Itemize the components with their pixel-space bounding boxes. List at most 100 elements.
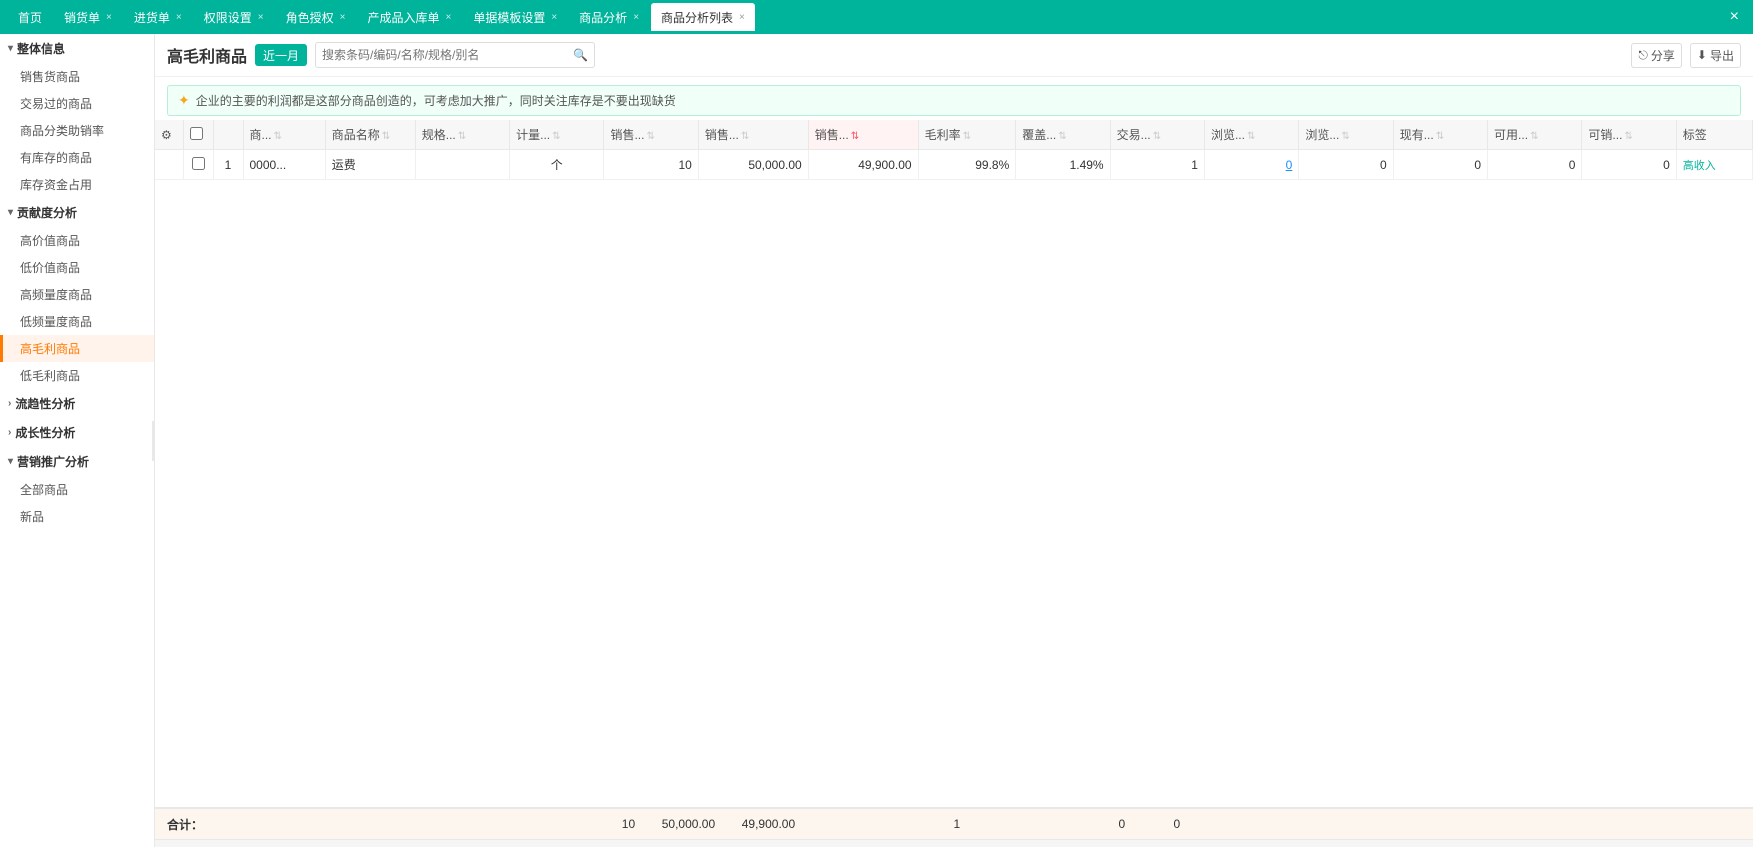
- sidebar-item-high-freq[interactable]: 高频量度商品: [0, 281, 154, 308]
- sidebar-item-hot-goods[interactable]: 销售货商品: [0, 63, 154, 90]
- row-spec: [415, 150, 509, 180]
- sidebar-section-marketing-analysis[interactable]: ▾营销推广分析: [0, 447, 154, 476]
- row-checkbox[interactable]: [183, 150, 213, 180]
- sidebar: « ▾整体信息销售货商品交易过的商品商品分类助销率有库存的商品库存资金占用▾贡献…: [0, 34, 155, 847]
- row-trade: 1: [1110, 150, 1204, 180]
- nav-tab-roles[interactable]: 角色授权×: [276, 3, 356, 31]
- spec-col-header: 规格...⇅: [415, 120, 509, 150]
- sidebar-section-overall[interactable]: ▾整体信息: [0, 34, 154, 63]
- close-tab-analysis-icon[interactable]: ×: [633, 12, 639, 23]
- sales-cost-col-header: 销售...⇅: [808, 120, 918, 150]
- sidebar-item-low-freq[interactable]: 低频量度商品: [0, 308, 154, 335]
- row-current: 0: [1393, 150, 1487, 180]
- num-col-header: [213, 120, 243, 150]
- section-arrow-overall: ▾: [8, 43, 13, 54]
- share-icon: ⎋: [1638, 48, 1648, 63]
- row-num: 1: [213, 150, 243, 180]
- nav-tab-permissions[interactable]: 权限设置×: [194, 3, 274, 31]
- row-select-checkbox[interactable]: [192, 157, 205, 170]
- sidebar-item-traded-goods[interactable]: 交易过的商品: [0, 90, 154, 117]
- export-icon: ⬇: [1697, 48, 1707, 62]
- close-tab-templates-icon[interactable]: ×: [551, 12, 557, 23]
- row-browse1[interactable]: 0: [1204, 150, 1298, 180]
- table-container: ⚙ 商...⇅ 商品名称⇅ 规格...⇅ 计量...⇅ 销售...⇅ 销售...…: [155, 120, 1753, 807]
- row-browse2: 0: [1299, 150, 1393, 180]
- export-button[interactable]: ⬇ 导出: [1690, 43, 1741, 68]
- row-coverage: 1.49%: [1016, 150, 1110, 180]
- main-layout: « ▾整体信息销售货商品交易过的商品商品分类助销率有库存的商品库存资金占用▾贡献…: [0, 34, 1753, 847]
- settings-col-header[interactable]: ⚙: [155, 120, 183, 150]
- close-tab-sales-icon[interactable]: ×: [106, 12, 112, 23]
- close-tab-products-icon[interactable]: ×: [445, 12, 451, 23]
- code-col-header: 商...⇅: [243, 120, 325, 150]
- nav-tab-products[interactable]: 产成品入库单×: [357, 3, 461, 31]
- close-tab-permissions-icon[interactable]: ×: [258, 12, 264, 23]
- sidebar-item-inventory-goods[interactable]: 有库存的商品: [0, 144, 154, 171]
- nav-tab-analysis-list[interactable]: 商品分析列表×: [651, 3, 755, 31]
- row-margin-rate: 99.8%: [918, 150, 1016, 180]
- sidebar-collapse-button[interactable]: «: [152, 421, 155, 461]
- bottom-scrollbar: [155, 839, 1753, 847]
- nav-tab-sales[interactable]: 销货单×: [54, 3, 122, 31]
- footer-totals: 合计： 10 50,000.00 49,900.00 1 0 0: [155, 807, 1753, 839]
- sidebar-section-wealth-analysis[interactable]: ▾贡献度分析: [0, 198, 154, 227]
- section-arrow-marketing-analysis: ▾: [8, 456, 13, 467]
- search-box: 🔍: [315, 42, 595, 68]
- share-button[interactable]: ⎋ 分享: [1631, 43, 1682, 68]
- header-actions: ⎋ 分享 ⬇ 导出: [1631, 43, 1741, 68]
- section-arrow-wealth-analysis: ▾: [8, 207, 13, 218]
- top-navigation: 首页销货单×进货单×权限设置×角色授权×产成品入库单×单据模板设置×商品分析×商…: [0, 0, 1753, 34]
- row-sales-cost: 49,900.00: [808, 150, 918, 180]
- sidebar-item-inventory-capital[interactable]: 库存资金占用: [0, 171, 154, 198]
- nav-tab-home[interactable]: 首页: [8, 3, 52, 31]
- unit-col-header: 计量...⇅: [510, 120, 604, 150]
- footer-trade: 1: [911, 817, 966, 831]
- sidebar-section-growth-analysis[interactable]: ›成长性分析: [0, 418, 154, 447]
- saleable-col-header: 可销...⇅: [1582, 120, 1676, 150]
- row-name: 运费: [325, 150, 415, 180]
- footer-values: 10 50,000.00 49,900.00 1 0 0: [243, 817, 1741, 831]
- nav-tab-purchase[interactable]: 进货单×: [124, 3, 192, 31]
- sidebar-section-trend-analysis[interactable]: ›流趋性分析: [0, 389, 154, 418]
- tag-badge: 高收入: [1683, 160, 1716, 172]
- tag-col-header: 标签: [1676, 120, 1752, 150]
- footer-sales-cost: 49,900.00: [721, 817, 801, 831]
- sidebar-item-high-value[interactable]: 高价值商品: [0, 227, 154, 254]
- data-table: ⚙ 商...⇅ 商品名称⇅ 规格...⇅ 计量...⇅ 销售...⇅ 销售...…: [155, 120, 1753, 180]
- nav-tab-templates[interactable]: 单据模板设置×: [463, 3, 567, 31]
- row-unit: 个: [510, 150, 604, 180]
- footer-current: 0: [1076, 817, 1131, 831]
- sidebar-item-conversion-assist[interactable]: 商品分类助销率: [0, 117, 154, 144]
- sidebar-item-high-margin[interactable]: 高毛利商品: [0, 335, 154, 362]
- footer-available: 0: [1131, 817, 1186, 831]
- available-col-header: 可用...⇅: [1488, 120, 1582, 150]
- table-row: 1 0000... 运费 个 10 50,000.00 49,900.00 99…: [155, 150, 1753, 180]
- current-col-header: 现有...⇅: [1393, 120, 1487, 150]
- checkbox-col-header: [183, 120, 213, 150]
- sidebar-item-low-margin[interactable]: 低毛利商品: [0, 362, 154, 389]
- row-settings[interactable]: [155, 150, 183, 180]
- search-icon[interactable]: 🔍: [573, 48, 588, 62]
- close-all-button[interactable]: ×: [1724, 8, 1745, 26]
- info-banner: ✦ 企业的主要的利润都是这部分商品创造的，可考虑加大推广，同时关注库存是不要出现…: [167, 85, 1741, 116]
- coverage-col-header: 覆盖...⇅: [1016, 120, 1110, 150]
- row-code: 0000...: [243, 150, 325, 180]
- close-tab-purchase-icon[interactable]: ×: [176, 12, 182, 23]
- time-filter-button[interactable]: 近一月: [255, 44, 307, 66]
- close-tab-roles-icon[interactable]: ×: [340, 12, 346, 23]
- footer-label: 合计：: [167, 816, 243, 833]
- nav-tab-analysis[interactable]: 商品分析×: [569, 3, 649, 31]
- footer-sales-amount: 50,000.00: [641, 817, 721, 831]
- content-area: 高毛利商品 近一月 🔍 ⎋ 分享 ⬇ 导出 ✦ 企业的主要的利润都是这部分商品创…: [155, 34, 1753, 847]
- sidebar-item-low-value[interactable]: 低价值商品: [0, 254, 154, 281]
- tip-icon: ✦: [178, 92, 190, 109]
- sidebar-item-all-goods[interactable]: 全部商品: [0, 476, 154, 503]
- close-tab-analysis-list-icon[interactable]: ×: [739, 12, 745, 23]
- row-available: 0: [1488, 150, 1582, 180]
- sidebar-item-new-goods[interactable]: 新品: [0, 503, 154, 530]
- select-all-checkbox[interactable]: [190, 127, 203, 140]
- search-input[interactable]: [322, 48, 569, 62]
- name-col-header: 商品名称⇅: [325, 120, 415, 150]
- sales-qty-col-header: 销售...⇅: [604, 120, 698, 150]
- browse1-col-header: 浏览...⇅: [1204, 120, 1298, 150]
